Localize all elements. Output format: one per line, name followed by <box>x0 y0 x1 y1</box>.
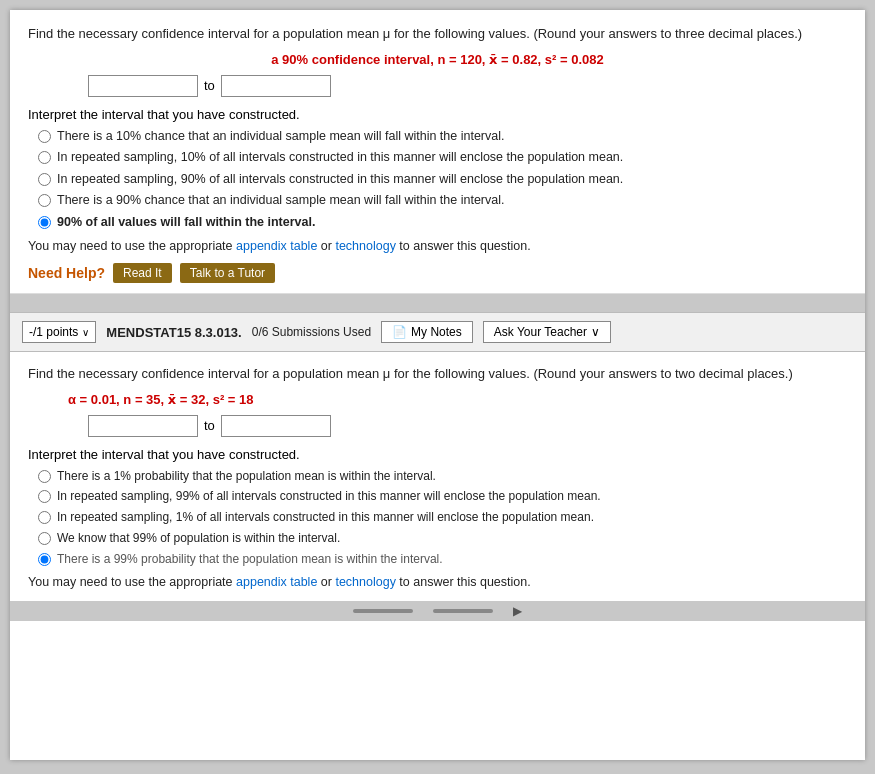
technology-link-2[interactable]: technology <box>335 575 395 589</box>
radio-option-1-5[interactable]: 90% of all values will fall within the i… <box>38 214 847 232</box>
to-label-2: to <box>204 418 215 433</box>
radio-option-1-2[interactable]: In repeated sampling, 10% of all interva… <box>38 149 847 167</box>
radio-options-list-2: There is a 1% probability that the popul… <box>38 468 847 568</box>
radio-option-2-1[interactable]: There is a 1% probability that the popul… <box>38 468 847 485</box>
appendix-line-2: You may need to use the appropriate appe… <box>28 575 847 589</box>
question-text-2: Find the necessary confidence interval f… <box>28 364 847 384</box>
read-it-button[interactable]: Read It <box>113 263 172 283</box>
params-line-1: a 90% confidence interval, n = 120, x̄ =… <box>28 52 847 67</box>
appendix-line-1: You may need to use the appropriate appe… <box>28 239 847 253</box>
section-2: Find the necessary confidence interval f… <box>10 352 865 601</box>
interpret-label-1: Interpret the interval that you have con… <box>28 107 847 122</box>
interpret-label-2: Interpret the interval that you have con… <box>28 447 847 462</box>
radio-option-1-3[interactable]: In repeated sampling, 90% of all interva… <box>38 171 847 189</box>
notes-icon: 📄 <box>392 325 407 339</box>
ask-teacher-button[interactable]: Ask Your Teacher ∨ <box>483 321 611 343</box>
appendix-link-2[interactable]: appendix table <box>236 575 317 589</box>
interval-input-to-1[interactable] <box>221 75 331 97</box>
params-line-2: α = 0.01, n = 35, x̄ = 32, s² = 18 <box>68 392 847 407</box>
radio-option-2-4[interactable]: We know that 99% of population is within… <box>38 530 847 547</box>
ask-teacher-chevron-icon: ∨ <box>591 325 600 339</box>
need-help-bar: Need Help? Read It Talk to a Tutor <box>28 263 847 283</box>
bottom-arrow[interactable]: ▶ <box>513 604 522 618</box>
radio-option-2-3[interactable]: In repeated sampling, 1% of all interval… <box>38 509 847 526</box>
submissions-used: 0/6 Submissions Used <box>252 325 371 339</box>
interval-input-to-2[interactable] <box>221 415 331 437</box>
to-label-1: to <box>204 78 215 93</box>
interval-input-from-1[interactable] <box>88 75 198 97</box>
points-dropdown[interactable]: -/1 points ∨ <box>22 321 96 343</box>
technology-link-1[interactable]: technology <box>335 239 395 253</box>
problem-id: MENDSTAT15 8.3.013. <box>106 325 241 340</box>
need-help-label: Need Help? <box>28 265 105 281</box>
talk-to-tutor-button[interactable]: Talk to a Tutor <box>180 263 275 283</box>
notes-label: My Notes <box>411 325 462 339</box>
interval-inputs-2: to <box>88 415 847 437</box>
interval-inputs-1: to <box>88 75 847 97</box>
points-chevron-icon: ∨ <box>82 327 89 338</box>
radio-options-list-1: There is a 10% chance that an individual… <box>38 128 847 232</box>
interval-input-from-2[interactable] <box>88 415 198 437</box>
ask-teacher-label: Ask Your Teacher <box>494 325 587 339</box>
radio-option-1-4[interactable]: There is a 90% chance that an individual… <box>38 192 847 210</box>
appendix-link-1[interactable]: appendix table <box>236 239 317 253</box>
points-label: -/1 points <box>29 325 78 339</box>
question-text-1: Find the necessary confidence interval f… <box>28 24 847 44</box>
my-notes-button[interactable]: 📄 My Notes <box>381 321 473 343</box>
radio-option-1-1[interactable]: There is a 10% chance that an individual… <box>38 128 847 146</box>
points-bar: -/1 points ∨ MENDSTAT15 8.3.013. 0/6 Sub… <box>10 312 865 352</box>
radio-option-2-2[interactable]: In repeated sampling, 99% of all interva… <box>38 488 847 505</box>
radio-option-2-5[interactable]: There is a 99% probability that the popu… <box>38 551 847 568</box>
